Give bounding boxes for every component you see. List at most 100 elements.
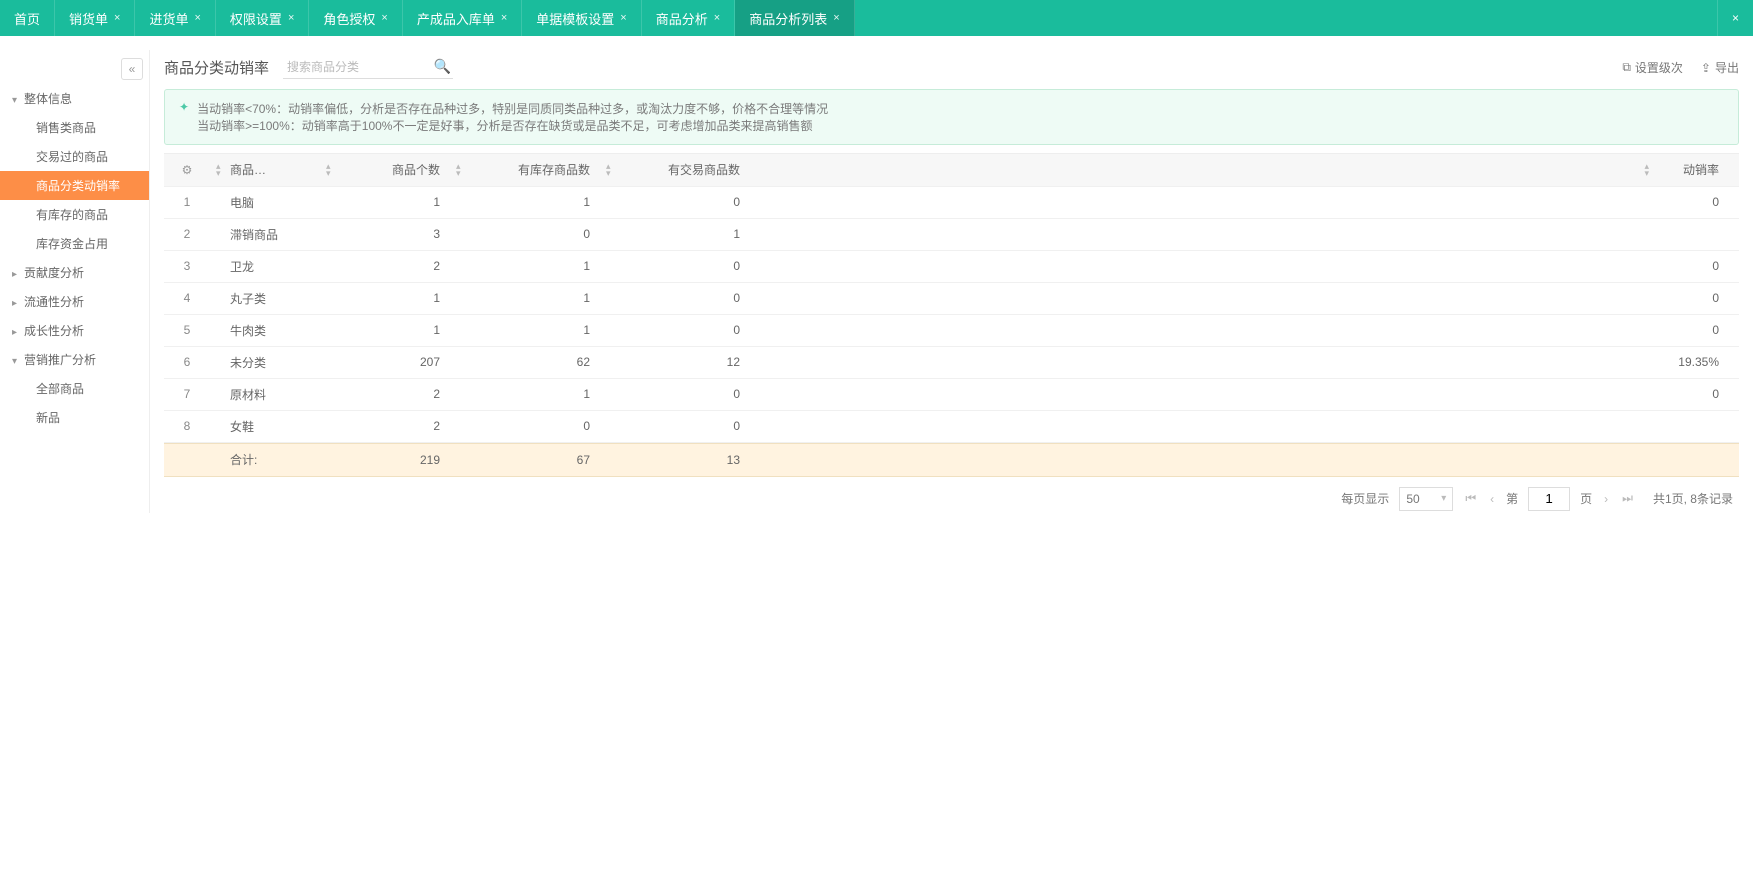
sidebar-item-0-3[interactable]: 有库存的商品 — [0, 200, 149, 229]
export-label: 导出 — [1715, 59, 1739, 76]
cell-rate: 0 — [750, 378, 1739, 410]
totals-deal: 13 — [600, 453, 750, 467]
tab-close-icon[interactable]: × — [501, 12, 507, 24]
sidebar-item-0-2[interactable]: 商品分类动销率 — [0, 171, 149, 200]
totals-count: 219 — [320, 453, 450, 467]
sidebar-group-0[interactable]: 整体信息 — [0, 84, 149, 113]
table-row[interactable]: 1电脑1100 — [164, 186, 1739, 218]
tab-4[interactable]: 角色授权 × — [309, 0, 402, 36]
cell-count: 2 — [320, 410, 450, 442]
per-page-value: 50 — [1406, 492, 1419, 506]
tab-1[interactable]: 销货单× — [55, 0, 135, 36]
tab-8[interactable]: 商品分析列表 × — [735, 0, 854, 36]
table-row[interactable]: 5牛肉类1100 — [164, 314, 1739, 346]
table-row[interactable]: 6未分类207621219.35% — [164, 346, 1739, 378]
cell-name: 女鞋 — [210, 410, 320, 442]
tab-close-icon[interactable]: × — [114, 12, 120, 24]
tab-7[interactable]: 商品分析× — [642, 0, 735, 36]
tab-label: 首页 — [14, 9, 40, 28]
sidebar-group-2[interactable]: 流通性分析 — [0, 287, 149, 316]
table-row[interactable]: 8女鞋200 — [164, 410, 1739, 442]
count-column-header[interactable]: ▴▾商品个数 — [320, 154, 450, 186]
sidebar-item-0-0[interactable]: 销售类商品 — [0, 113, 149, 142]
page-title: 商品分类动销率 — [164, 57, 269, 78]
table-row[interactable]: 7原材料2100 — [164, 378, 1739, 410]
search-input[interactable] — [283, 56, 453, 79]
close-all-tabs-button[interactable]: × — [1717, 0, 1753, 36]
cell-deal: 12 — [600, 346, 750, 378]
sidebar-item-0-1[interactable]: 交易过的商品 — [0, 142, 149, 171]
table-row[interactable]: 2滞销商品301 — [164, 218, 1739, 250]
cell-rate: 0 — [750, 314, 1739, 346]
search-icon[interactable]: 🔍 — [434, 58, 451, 75]
tab-3[interactable]: 权限设置 × — [216, 0, 309, 36]
count-column-label: 商品个数 — [392, 163, 440, 177]
cell-stock: 62 — [450, 346, 600, 378]
tab-close-icon[interactable]: × — [381, 12, 387, 24]
cell-deal: 0 — [600, 378, 750, 410]
page-number-input[interactable] — [1528, 487, 1570, 511]
tab-label: 权限设置 — [230, 9, 282, 28]
cell-name: 牛肉类 — [210, 314, 320, 346]
tab-close-icon[interactable]: × — [194, 12, 200, 24]
pager-next-button[interactable]: › — [1602, 492, 1610, 506]
per-page-select[interactable]: 50 ▾ — [1399, 487, 1453, 511]
sidebar-group-label: 贡献度分析 — [24, 266, 84, 280]
data-table: ⚙ ▴▾商品… ▴▾商品个数 ▴▾有库存商品数 ▴▾有交易商品数 ▴▾动销率 1… — [164, 154, 1739, 443]
set-level-button[interactable]: ⧉ 设置级次 — [1622, 59, 1683, 76]
cell-count: 1 — [320, 282, 450, 314]
cell-name: 电脑 — [210, 186, 320, 218]
tab-close-icon[interactable]: × — [620, 12, 626, 24]
cell-deal: 0 — [600, 186, 750, 218]
sidebar-group-3[interactable]: 成长性分析 — [0, 316, 149, 345]
pager: 每页显示 50 ▾ ⏮ ‹ 第 页 › ⏭ 共1页, 8条记录 — [164, 477, 1739, 513]
row-index: 4 — [164, 282, 210, 314]
cell-rate: 0 — [750, 186, 1739, 218]
sidebar-item-4-1[interactable]: 新品 — [0, 403, 149, 432]
gear-icon: ⚙ — [182, 163, 193, 177]
cell-rate: 0 — [750, 282, 1739, 314]
cell-rate — [750, 218, 1739, 250]
deal-column-header[interactable]: ▴▾有交易商品数 — [600, 154, 750, 186]
rate-column-header[interactable]: ▴▾动销率 — [750, 154, 1739, 186]
sidebar-group-4[interactable]: 营销推广分析 — [0, 345, 149, 374]
tab-6[interactable]: 单据模板设置 × — [522, 0, 641, 36]
cell-stock: 1 — [450, 378, 600, 410]
sidebar-group-1[interactable]: 贡献度分析 — [0, 258, 149, 287]
row-index: 1 — [164, 186, 210, 218]
pager-first-button[interactable]: ⏮ — [1463, 491, 1478, 506]
tab-close-icon[interactable]: × — [288, 12, 294, 24]
tip-line-2: 当动销率>=100%：动销率高于100%不一定是好事，分析是否存在缺货或是品类不… — [197, 117, 828, 134]
pager-prev-button[interactable]: ‹ — [1488, 492, 1496, 506]
pager-last-button[interactable]: ⏭ — [1620, 491, 1635, 506]
cell-stock: 1 — [450, 186, 600, 218]
tab-label: 商品分析列表 — [749, 9, 827, 28]
table-row[interactable]: 4丸子类1100 — [164, 282, 1739, 314]
tab-close-icon[interactable]: × — [833, 12, 839, 24]
tab-2[interactable]: 进货单 × — [135, 0, 215, 36]
level-icon: ⧉ — [1622, 60, 1631, 75]
stock-column-header[interactable]: ▴▾有库存商品数 — [450, 154, 600, 186]
tab-label: 进货单 — [149, 9, 188, 28]
sidebar-item-4-0[interactable]: 全部商品 — [0, 374, 149, 403]
pager-summary: 共1页, 8条记录 — [1653, 490, 1733, 507]
sidebar-item-0-4[interactable]: 库存资金占用 — [0, 229, 149, 258]
tab-label: 单据模板设置 — [536, 9, 614, 28]
name-column-label: 商品… — [230, 163, 266, 177]
tab-0[interactable]: 首页 — [0, 0, 55, 36]
row-index: 3 — [164, 250, 210, 282]
tab-5[interactable]: 产成品入库单× — [403, 0, 522, 36]
set-level-label: 设置级次 — [1635, 59, 1683, 76]
sidebar-group-label: 营销推广分析 — [24, 353, 96, 367]
table-row[interactable]: 3卫龙2100 — [164, 250, 1739, 282]
gear-column-header[interactable]: ⚙ — [164, 154, 210, 186]
cell-rate: 19.35% — [750, 346, 1739, 378]
cell-rate: 0 — [750, 250, 1739, 282]
tab-label: 角色授权 — [323, 9, 375, 28]
sidebar-collapse-button[interactable]: « — [121, 58, 143, 80]
rate-column-label: 动销率 — [1683, 163, 1719, 177]
export-button[interactable]: ⇪ 导出 — [1701, 59, 1739, 76]
tab-close-icon[interactable]: × — [714, 12, 720, 24]
name-column-header[interactable]: ▴▾商品… — [210, 154, 320, 186]
page-label-left: 第 — [1506, 490, 1518, 507]
